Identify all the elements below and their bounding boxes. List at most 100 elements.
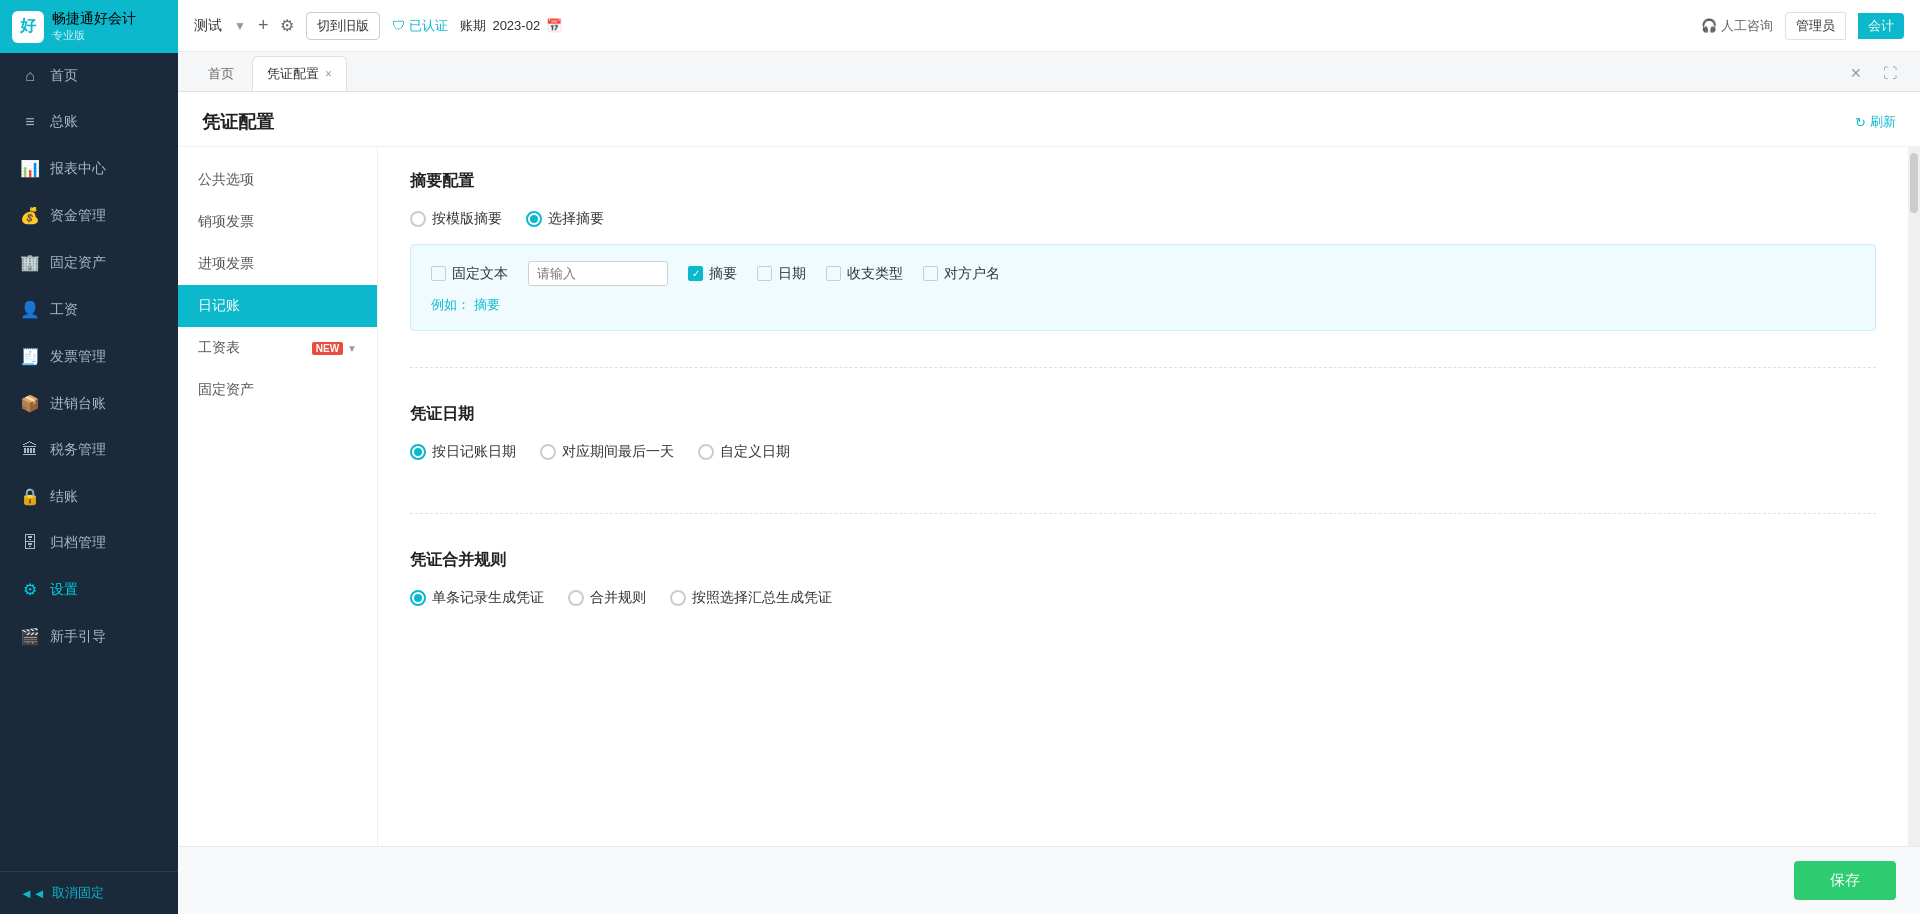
sidebar-label-ledger: 总账 bbox=[50, 113, 78, 131]
checkbox-summary[interactable]: ✓ 摘要 bbox=[688, 265, 737, 283]
date-radio-group: 按日记账日期 对应期间最后一天 自定义日期 bbox=[410, 443, 1876, 461]
radio-template-summary[interactable]: 按模版摘要 bbox=[410, 210, 502, 228]
sidebar-item-invoice[interactable]: 🧾 发票管理 bbox=[0, 333, 178, 380]
fixed-text-label: 固定文本 bbox=[452, 265, 508, 283]
radio-single-record[interactable]: 单条记录生成凭证 bbox=[410, 589, 544, 607]
admin-button[interactable]: 管理员 bbox=[1785, 12, 1846, 40]
sidebar-label-sales-ledger: 进销台账 bbox=[50, 395, 106, 413]
cancel-fixed-button[interactable]: ◄◄ 取消固定 bbox=[0, 871, 178, 914]
calendar-icon[interactable]: 📅 bbox=[546, 18, 562, 33]
funds-icon: 💰 bbox=[20, 206, 40, 225]
period-display: 账期 2023-02 📅 bbox=[460, 17, 562, 35]
income-type-checkbox[interactable] bbox=[826, 266, 841, 281]
sidebar-label-tax: 税务管理 bbox=[50, 441, 106, 459]
sidebar-item-reports[interactable]: 📊 报表中心 bbox=[0, 145, 178, 192]
switch-old-button[interactable]: 切到旧版 bbox=[306, 12, 380, 40]
radio-last-day[interactable]: 对应期间最后一天 bbox=[540, 443, 674, 461]
sidebar-label-settings: 设置 bbox=[50, 581, 78, 599]
window-close-button[interactable]: ✕ bbox=[1842, 59, 1870, 87]
by-selection-label: 按照选择汇总生成凭证 bbox=[692, 589, 832, 607]
project-name: 测试 bbox=[194, 17, 222, 35]
guide-icon: 🎬 bbox=[20, 627, 40, 646]
add-project-icon[interactable]: + bbox=[258, 15, 269, 36]
nav-purchase-invoice[interactable]: 进项发票 bbox=[178, 243, 377, 285]
invoice-icon: 🧾 bbox=[20, 347, 40, 366]
shield-icon: 🛡 bbox=[392, 18, 405, 33]
chevron-down-icon: ▼ bbox=[234, 19, 246, 33]
merge-radio-group: 单条记录生成凭证 合并规则 按照选择汇总生成凭证 bbox=[410, 589, 1876, 607]
checkbox-counterparty[interactable]: 对方户名 bbox=[923, 265, 1000, 283]
sidebar-item-settings[interactable]: ⚙ 设置 bbox=[0, 566, 178, 613]
date-section: 凭证日期 按日记账日期 对应期间最后一天 bbox=[410, 404, 1876, 514]
tab-home[interactable]: 首页 bbox=[194, 57, 248, 91]
journal-date-label: 按日记账日期 bbox=[432, 443, 516, 461]
sidebar-item-fixed-assets[interactable]: 🏢 固定资产 bbox=[0, 239, 178, 286]
radio-by-selection[interactable]: 按照选择汇总生成凭证 bbox=[670, 589, 832, 607]
settings-gear-icon[interactable]: ⚙ bbox=[280, 16, 294, 35]
sidebar-item-payroll[interactable]: 👤 工资 bbox=[0, 286, 178, 333]
left-nav: 公共选项 销项发票 进项发票 日记账 工资表 NEW bbox=[178, 147, 378, 846]
radio-custom-date[interactable]: 自定义日期 bbox=[698, 443, 790, 461]
consult-button[interactable]: 🎧 人工咨询 bbox=[1701, 17, 1773, 35]
radio-template-label: 按模版摘要 bbox=[432, 210, 502, 228]
sidebar-label-invoice: 发票管理 bbox=[50, 348, 106, 366]
nav-fixed-assets[interactable]: 固定资产 bbox=[178, 369, 377, 411]
merge-rule-label: 合并规则 bbox=[590, 589, 646, 607]
app-edition: 专业版 bbox=[52, 28, 136, 43]
settings-icon: ⚙ bbox=[20, 580, 40, 599]
summary-example: 例如： 例如：摘要 摘要 bbox=[431, 296, 1855, 314]
single-record-label: 单条记录生成凭证 bbox=[432, 589, 544, 607]
radio-journal-date[interactable]: 按日记账日期 bbox=[410, 443, 516, 461]
window-expand-button[interactable]: ⛶ bbox=[1876, 59, 1904, 87]
sidebar-label-closing: 结账 bbox=[50, 488, 78, 506]
cancel-fixed-label: 取消固定 bbox=[52, 884, 104, 902]
period-label: 账期 bbox=[460, 17, 486, 35]
income-type-label: 收支类型 bbox=[847, 265, 903, 283]
scrollbar[interactable] bbox=[1908, 147, 1920, 846]
right-config: 摘要配置 按模版摘要 选择摘要 bbox=[378, 147, 1908, 846]
sidebar-label-funds: 资金管理 bbox=[50, 207, 106, 225]
summary-options-box: 固定文本 ✓ 摘要 日期 bbox=[410, 244, 1876, 331]
sidebar-item-tax[interactable]: 🏛 税务管理 bbox=[0, 427, 178, 473]
tab-voucher-config[interactable]: 凭证配置 × bbox=[252, 56, 347, 91]
nav-sales-invoice[interactable]: 销项发票 bbox=[178, 201, 377, 243]
radio-merge-rule[interactable]: 合并规则 bbox=[568, 589, 646, 607]
nav-public[interactable]: 公共选项 bbox=[178, 159, 377, 201]
sidebar-item-guide[interactable]: 🎬 新手引导 bbox=[0, 613, 178, 660]
tab-home-label: 首页 bbox=[208, 66, 234, 81]
nav-journal[interactable]: 日记账 bbox=[178, 285, 377, 327]
checkbox-fixed-text[interactable]: 固定文本 bbox=[431, 265, 508, 283]
scrollbar-thumb[interactable] bbox=[1910, 153, 1918, 213]
sidebar-item-sales-ledger[interactable]: 📦 进销台账 bbox=[0, 380, 178, 427]
merge-section: 凭证合并规则 单条记录生成凭证 合并规则 bbox=[410, 550, 1876, 659]
checkbox-date[interactable]: 日期 bbox=[757, 265, 806, 283]
payroll-icon: 👤 bbox=[20, 300, 40, 319]
reports-icon: 📊 bbox=[20, 159, 40, 178]
radio-select-summary[interactable]: 选择摘要 bbox=[526, 210, 604, 228]
accountant-button[interactable]: 会计 bbox=[1858, 13, 1904, 39]
refresh-label: 刷新 bbox=[1870, 113, 1896, 131]
ledger-icon: ≡ bbox=[20, 113, 40, 131]
save-button[interactable]: 保存 bbox=[1794, 861, 1896, 900]
custom-date-circle bbox=[698, 444, 714, 460]
fixed-text-input[interactable] bbox=[528, 261, 668, 286]
sidebar-item-archive[interactable]: 🗄 归档管理 bbox=[0, 520, 178, 566]
summary-label: 摘要 bbox=[709, 265, 737, 283]
radio-select-circle bbox=[526, 211, 542, 227]
summary-radio-group: 按模版摘要 选择摘要 bbox=[410, 210, 1876, 228]
page-body: 公共选项 销项发票 进项发票 日记账 工资表 NEW bbox=[178, 147, 1920, 846]
sidebar-item-funds[interactable]: 💰 资金管理 bbox=[0, 192, 178, 239]
sidebar-item-ledger[interactable]: ≡ 总账 bbox=[0, 99, 178, 145]
checkbox-income-type[interactable]: 收支类型 bbox=[826, 265, 903, 283]
sidebar-label-payroll: 工资 bbox=[50, 301, 78, 319]
tab-close-icon[interactable]: × bbox=[325, 67, 332, 81]
date-checkbox[interactable] bbox=[757, 266, 772, 281]
nav-payroll-table[interactable]: 工资表 NEW ▼ bbox=[178, 327, 377, 369]
sidebar-item-home[interactable]: ⌂ 首页 bbox=[0, 53, 178, 99]
example-prefix: 例如： bbox=[431, 297, 470, 312]
counterparty-checkbox[interactable] bbox=[923, 266, 938, 281]
summary-checkbox[interactable]: ✓ bbox=[688, 266, 703, 281]
fixed-text-checkbox[interactable] bbox=[431, 266, 446, 281]
refresh-button[interactable]: ↻ 刷新 bbox=[1855, 113, 1896, 131]
sidebar-item-closing[interactable]: 🔒 结账 bbox=[0, 473, 178, 520]
